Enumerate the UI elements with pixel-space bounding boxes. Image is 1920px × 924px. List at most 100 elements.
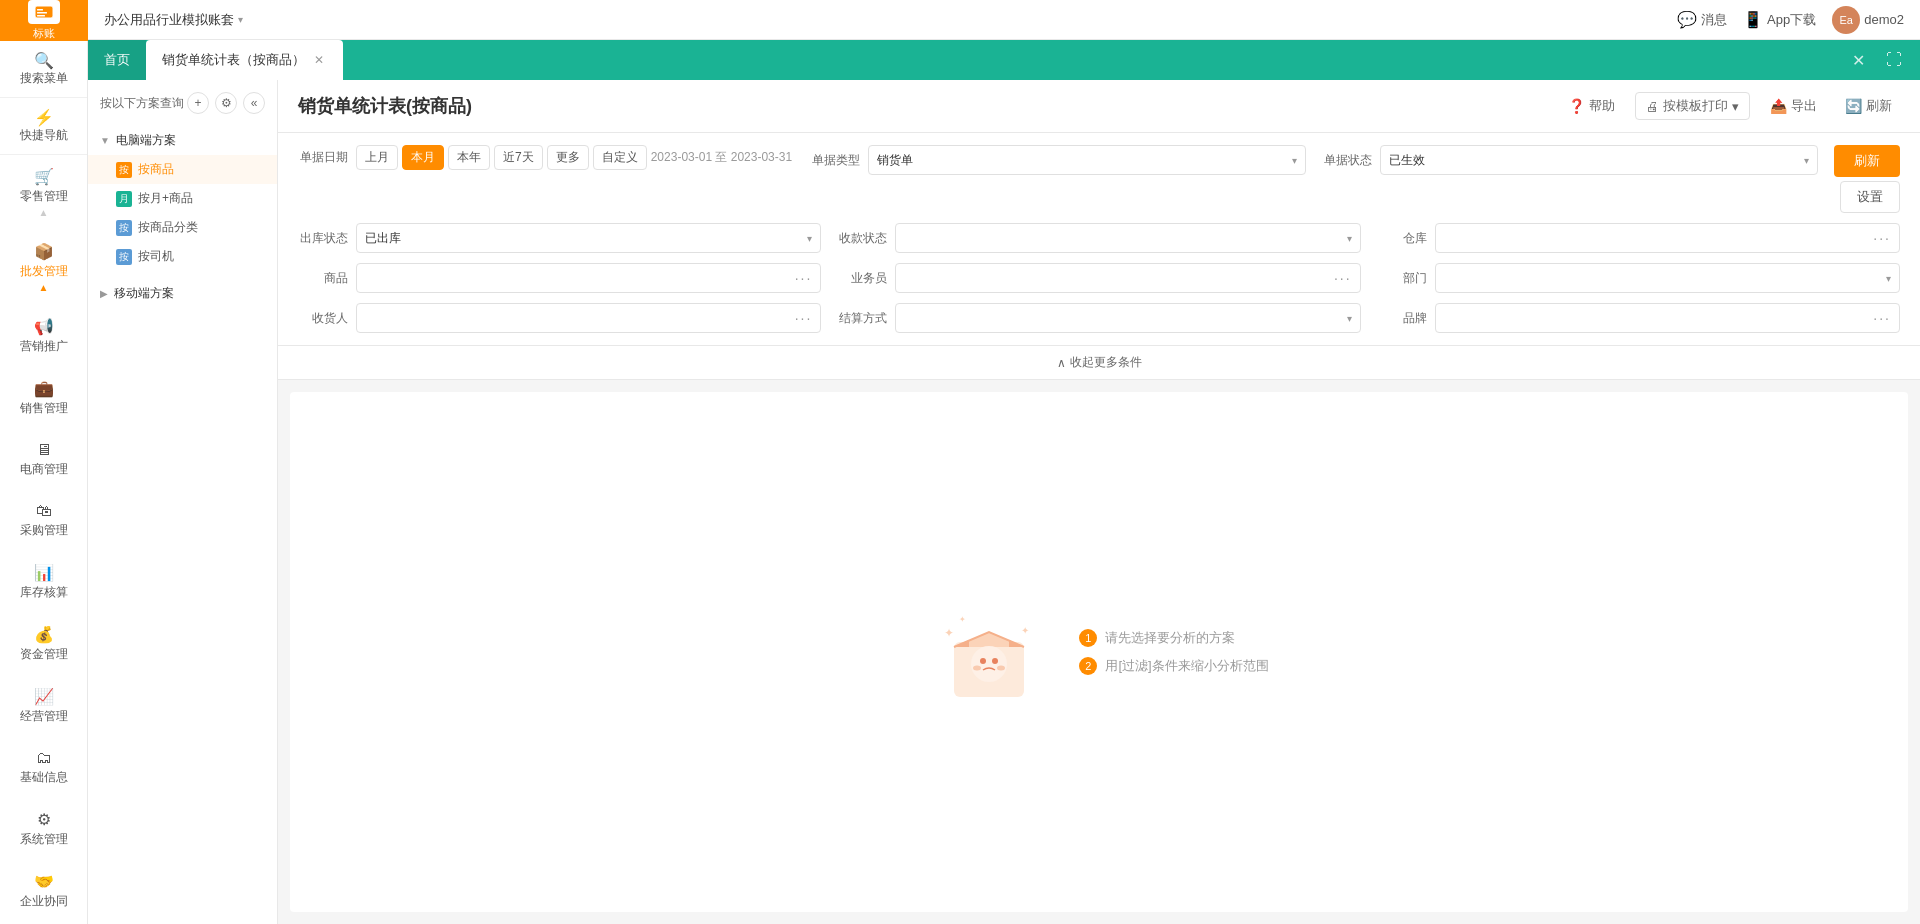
- department-label: 部门: [1377, 270, 1427, 287]
- user-menu[interactable]: Ea demo2: [1832, 6, 1904, 34]
- tab-close-window-btn[interactable]: ✕: [1844, 46, 1872, 74]
- right-panel: 销货单统计表(按商品) ❓ 帮助 🖨 按模板打印 ▾ 📤 导出: [278, 80, 1920, 924]
- main-area: 办公用品行业模拟账套 ▾ 💬 消息 📱 App下载 Ea demo2 首页: [88, 0, 1920, 924]
- tab-sales-stat[interactable]: 销货单统计表（按商品） ✕: [146, 40, 343, 80]
- svg-rect-3: [37, 15, 45, 17]
- sidebar-item-ops[interactable]: 📈 经营管理: [0, 675, 87, 737]
- help-btn[interactable]: ❓ 帮助: [1560, 93, 1623, 119]
- tab-home[interactable]: 首页: [88, 40, 146, 80]
- warehouse-input[interactable]: ···: [1435, 223, 1900, 253]
- empty-hint-1: 1 请先选择要分析的方案: [1079, 629, 1268, 647]
- empty-illustration: ✦ ✦ ✦: [929, 592, 1049, 712]
- sidebar: 标账 🔍 搜索菜单 ⚡ 快捷导航 🛒 零售管理 ▲ 📦 批发管理 ▲ 📢 营销推…: [0, 0, 88, 924]
- department-select[interactable]: ▾: [1435, 263, 1900, 293]
- svg-point-8: [973, 666, 981, 671]
- warehouse-label: 仓库: [1377, 230, 1427, 247]
- query-button[interactable]: 刷新: [1834, 145, 1900, 177]
- doc-type-label: 单据类型: [810, 152, 860, 169]
- sidebar-item-base[interactable]: 🗂 基础信息: [0, 737, 87, 798]
- tab-maximize-btn[interactable]: ⛶: [1880, 46, 1908, 74]
- tree-section-pc-header[interactable]: ▼ 电脑端方案: [88, 126, 277, 155]
- tree-section-pc: ▼ 电脑端方案 按 按商品 月 按月+商品 按 按商品分类 按 按司机: [88, 122, 277, 275]
- avatar: Ea: [1832, 6, 1860, 34]
- svg-point-6: [980, 658, 986, 664]
- date-btn-more[interactable]: 更多: [547, 145, 589, 170]
- product-input[interactable]: ···: [356, 263, 821, 293]
- prefix-by-product: 按: [116, 162, 132, 178]
- tab-bar: 首页 销货单统计表（按商品） ✕ ✕ ⛶: [88, 40, 1920, 80]
- tree-item-by-month-product[interactable]: 月 按月+商品: [88, 184, 277, 213]
- date-btn-last-7[interactable]: 近7天: [494, 145, 543, 170]
- date-btn-current-year[interactable]: 本年: [448, 145, 490, 170]
- doc-type-select[interactable]: 销货单 ▾: [868, 145, 1306, 175]
- app-name-arrow: ▾: [238, 14, 243, 25]
- sidebar-item-sales[interactable]: 💼 销售管理: [0, 367, 87, 429]
- sidebar-search[interactable]: 🔍 搜索菜单: [0, 41, 87, 98]
- refresh-btn[interactable]: 🔄 刷新: [1837, 93, 1900, 119]
- payment-label: 结算方式: [837, 310, 887, 327]
- brand-label: 品牌: [1377, 310, 1427, 327]
- sidebar-item-wholesale[interactable]: 📦 批发管理 ▲: [0, 230, 87, 305]
- out-status-select[interactable]: 已出库 ▾: [356, 223, 821, 253]
- date-range-text: 2023-03-01 至 2023-03-31: [651, 149, 792, 166]
- add-scheme-btn[interactable]: +: [187, 92, 209, 114]
- app-name: 办公用品行业模拟账套 ▾: [104, 11, 1665, 29]
- sidebar-item-marketing[interactable]: 📢 营销推广: [0, 305, 87, 367]
- collapse-panel-btn[interactable]: «: [243, 92, 265, 114]
- svg-rect-1: [37, 9, 43, 11]
- doc-status-select[interactable]: 已生效 ▾: [1380, 145, 1818, 175]
- sidebar-item-system[interactable]: ⚙ 系统管理: [0, 798, 87, 860]
- receiver-input[interactable]: ···: [356, 303, 821, 333]
- edit-scheme-btn[interactable]: ⚙: [215, 92, 237, 114]
- prefix-category: 按: [116, 220, 132, 236]
- query-btn-group: 刷新 设置: [1834, 145, 1900, 213]
- sidebar-item-purchase[interactable]: 🛍 采购管理: [0, 490, 87, 551]
- sidebar-logo[interactable]: 标账: [0, 0, 88, 41]
- settings-button[interactable]: 设置: [1840, 181, 1900, 213]
- tree-item-by-cashier[interactable]: 按 按司机: [88, 242, 277, 271]
- logo-text: 标账: [33, 26, 55, 41]
- left-panel-header: 按以下方案查询 + ⚙ «: [88, 92, 277, 122]
- tree-section-mobile-header[interactable]: ▶ 移动端方案: [88, 279, 277, 308]
- svg-rect-2: [37, 12, 47, 14]
- page-header: 销货单统计表(按商品) ❓ 帮助 🖨 按模板打印 ▾ 📤 导出: [278, 80, 1920, 133]
- date-btn-custom[interactable]: 自定义: [593, 145, 647, 170]
- print-btn[interactable]: 🖨 按模板打印 ▾: [1635, 92, 1750, 120]
- sidebar-quick-nav[interactable]: ⚡ 快捷导航: [0, 98, 87, 155]
- message-btn[interactable]: 💬 消息: [1677, 10, 1727, 29]
- doc-status-label: 单据状态: [1322, 152, 1372, 169]
- export-btn[interactable]: 📤 导出: [1762, 93, 1825, 119]
- sidebar-item-ecom[interactable]: 🖥 电商管理: [0, 429, 87, 490]
- receiver-label: 收货人: [298, 310, 348, 327]
- sidebar-item-corp[interactable]: 🤝 企业协同: [0, 860, 87, 922]
- tree-section-mobile: ▶ 移动端方案: [88, 275, 277, 312]
- collapse-btn[interactable]: ∧ 收起更多条件: [1057, 354, 1142, 371]
- sidebar-item-retail[interactable]: 🛒 零售管理 ▲: [0, 155, 87, 230]
- date-btn-current-month[interactable]: 本月: [402, 145, 444, 170]
- left-panel-actions: + ⚙ «: [187, 92, 265, 114]
- salesperson-label: 业务员: [837, 270, 887, 287]
- svg-point-5: [971, 646, 1007, 682]
- payment-select[interactable]: ▾: [895, 303, 1360, 333]
- prefix-month: 月: [116, 191, 132, 207]
- salesperson-input[interactable]: ···: [895, 263, 1360, 293]
- sidebar-item-finance[interactable]: 💰 资金管理: [0, 613, 87, 675]
- page-title: 销货单统计表(按商品): [298, 94, 472, 118]
- logo-icon: [28, 0, 60, 24]
- product-label: 商品: [298, 270, 348, 287]
- date-btn-last-month[interactable]: 上月: [356, 145, 398, 170]
- left-panel: 按以下方案查询 + ⚙ « ▼ 电脑端方案 按 按商品 月 按月: [88, 80, 278, 924]
- out-status-label: 出库状态: [298, 230, 348, 247]
- svg-text:✦: ✦: [959, 615, 966, 624]
- svg-point-7: [992, 658, 998, 664]
- tree-item-by-product[interactable]: 按 按商品: [88, 155, 277, 184]
- receipt-status-select[interactable]: ▾: [895, 223, 1360, 253]
- tab-close-btn[interactable]: ✕: [311, 52, 327, 68]
- brand-input[interactable]: ···: [1435, 303, 1900, 333]
- tree-item-by-category[interactable]: 按 按商品分类: [88, 213, 277, 242]
- app-download-btn[interactable]: 📱 App下载: [1743, 10, 1816, 29]
- sidebar-item-inventory[interactable]: 📊 库存核算: [0, 551, 87, 613]
- date-label: 单据日期: [298, 149, 348, 166]
- filter-area: 单据日期 上月 本月 本年 近7天 更多 自定义 2023-03-01 至 20…: [278, 133, 1920, 346]
- svg-text:✦: ✦: [1021, 625, 1029, 636]
